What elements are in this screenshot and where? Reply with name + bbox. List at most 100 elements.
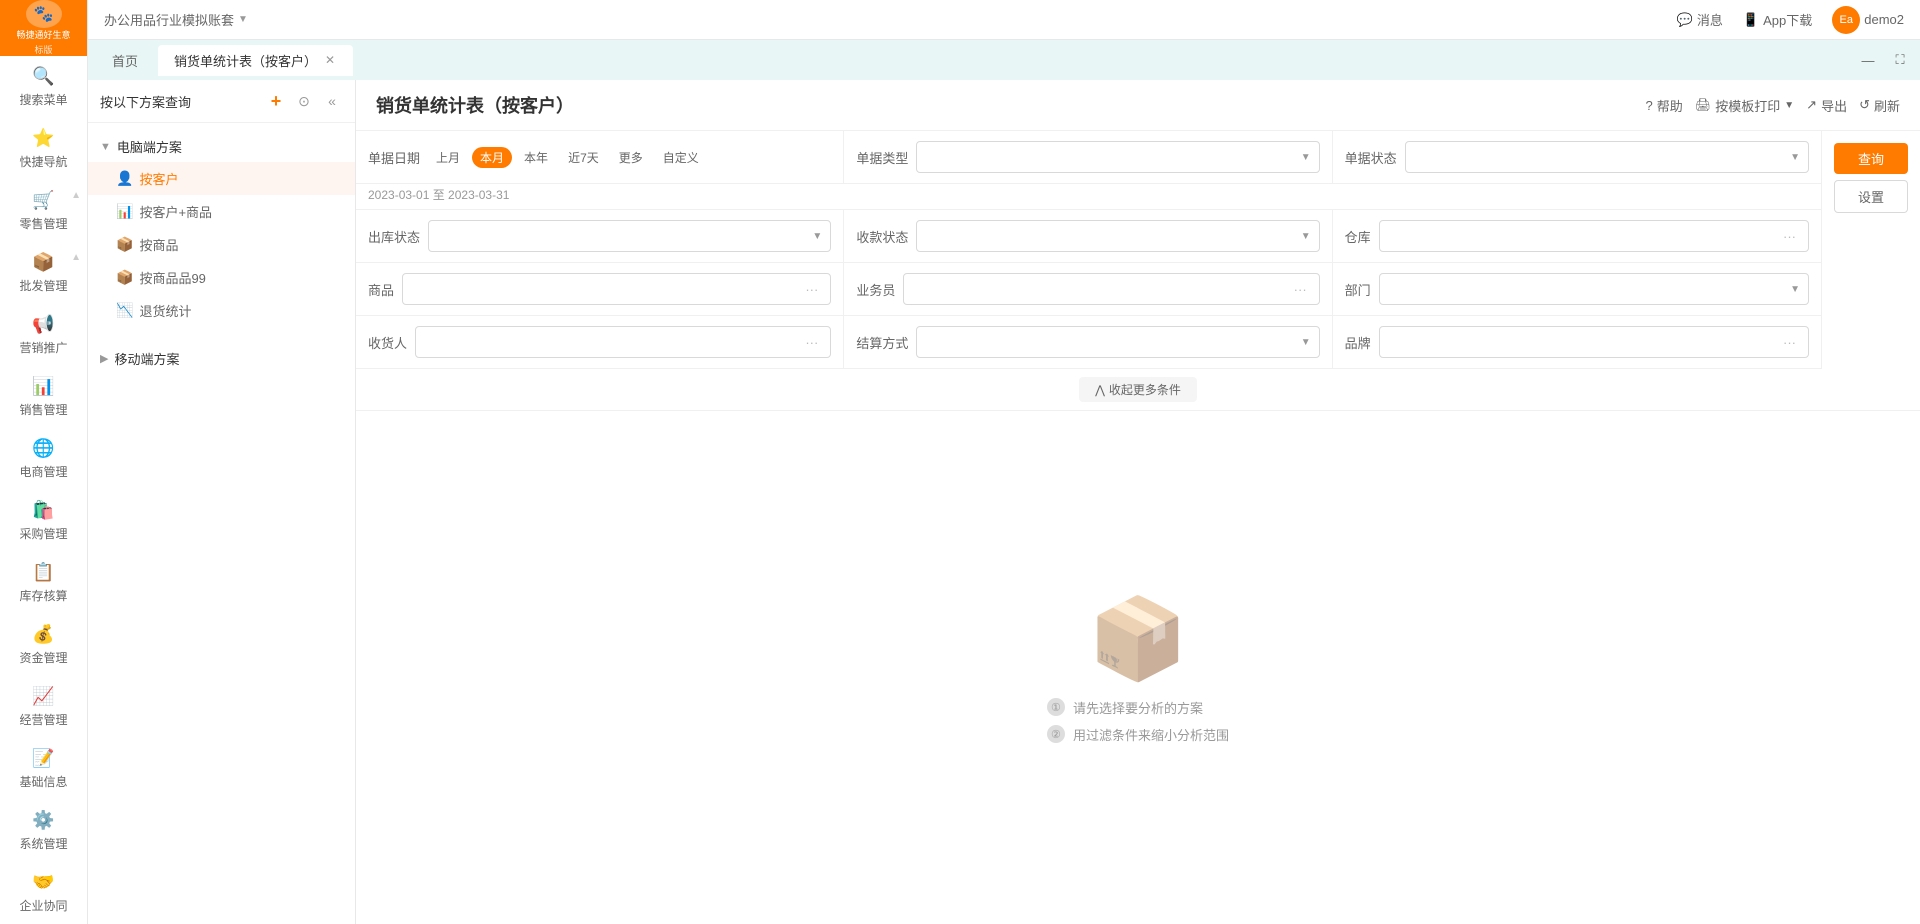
date-shortcut-this-year[interactable]: 本年 [516,147,556,168]
sidebar-item-enterprise[interactable]: 🤝 企业协同 [0,862,87,924]
tab-sales-stats[interactable]: 销货单统计表（按客户） ✕ [158,45,353,76]
settings-scheme-btn[interactable]: ⊙ [293,90,315,112]
date-label: 单据日期 [368,148,420,167]
out-status-select[interactable]: ▼ [428,220,831,252]
window-maximize-btn[interactable]: ⛶ [1888,48,1912,72]
product-select[interactable]: ··· [402,273,831,305]
sidebar-item-search[interactable]: 🔍 搜索菜单 [0,56,87,118]
department-select[interactable]: ▼ [1379,273,1809,305]
receive-status-select[interactable]: ▼ [916,220,1319,252]
sidebar-item-operation[interactable]: 📈 经营管理 [0,676,87,738]
doc-type-arrow-icon: ▼ [1301,152,1311,163]
filter-action-buttons: 查询 设置 [1821,131,1920,369]
template-print-btn[interactable]: 🖨 按模板打印 ▼ [1695,96,1794,115]
doc-status-select[interactable]: ▼ [1405,141,1809,173]
sidebar-item-basic[interactable]: 📝 基础信息 [0,738,87,800]
doc-status-arrow-icon: ▼ [1790,152,1800,163]
sidebar-item-retail[interactable]: 🛒 零售管理 ▲ [0,180,87,242]
scheme-by-customer[interactable]: 👤 按客户 [88,162,355,195]
settlement-label: 结算方式 [856,333,908,352]
by-customer-icon: 👤 [116,170,133,187]
message-icon: 💬 [1677,12,1693,28]
export-btn[interactable]: ↗ 导出 [1806,96,1847,115]
sidebar-item-system[interactable]: ⚙️ 系统管理 [0,800,87,862]
sidebar-item-sales[interactable]: 📊 销售管理 [0,366,87,428]
sidebar-item-ecommerce[interactable]: 🌐 电商管理 [0,428,87,490]
warehouse-dots-icon: ··· [1779,229,1800,244]
receiver-label: 收货人 [368,333,407,352]
tab-close-icon[interactable]: ✕ [323,53,337,67]
date-shortcut-this-month[interactable]: 本月 [472,147,512,168]
search-icon: 🔍 [32,66,54,87]
sidebar-item-label: 快捷导航 [19,153,67,170]
sidebar-item-marketing[interactable]: 📢 营销推广 [0,304,87,366]
salesperson-select[interactable]: ··· [903,273,1319,305]
doc-type-select[interactable]: ▼ [916,141,1319,173]
enterprise-icon: 🤝 [32,872,54,893]
breadcrumb-dropdown[interactable]: 办公用品行业模拟账套 ▼ [104,10,248,29]
sidebar-item-purchase[interactable]: 🛍️ 采购管理 [0,490,87,552]
filter-row-3: 商品 ··· 业务员 ··· [356,263,1821,316]
tab-home[interactable]: 首页 [96,45,154,76]
refresh-btn[interactable]: ↺ 刷新 [1859,96,1900,115]
scheme-by-customer-label: 按客户 [139,169,178,188]
empty-hints: ① 请先选择要分析的方案 ② 用过滤条件来缩小分析范围 [1047,698,1229,744]
mobile-section-header[interactable]: ▶ 移动端方案 [88,343,355,374]
marketing-icon: 📢 [32,314,54,335]
add-scheme-btn[interactable]: + [265,90,287,112]
left-panel-title: 按以下方案查询 [100,92,191,111]
filter-area-with-buttons: 单据日期 上月 本月 本年 近7天 更多 自定义 [356,131,1920,369]
warehouse-cell: 仓库 ··· [1333,210,1821,262]
settlement-select[interactable]: ▼ [916,326,1319,358]
warehouse-label: 仓库 [1345,227,1371,246]
desktop-section-header[interactable]: ▼ 电脑端方案 [88,131,355,162]
tab-home-label: 首页 [112,51,138,70]
scheme-by-customer-product[interactable]: 📊 按客户+商品 [88,195,355,228]
quick-nav-icon: ⭐ [32,128,54,149]
product-cell: 商品 ··· [356,263,844,315]
receive-status-label: 收款状态 [856,227,908,246]
operation-icon: 📈 [32,686,54,707]
out-status-label: 出库状态 [368,227,420,246]
collapse-label: 收起更多条件 [1109,381,1181,398]
doc-type-filter-cell: 单据类型 ▼ [844,131,1332,183]
scheme-return-stats[interactable]: 📉 退货统计 [88,294,355,327]
salesperson-dots-icon: ··· [1290,282,1311,297]
header-right: 💬 消息 📱 App下载 Ea demo2 [1677,6,1904,34]
page-header-actions: ? 帮助 🖨 按模板打印 ▼ ↗ 导出 ↺ 刷新 [1645,96,1900,115]
sidebar-item-inventory[interactable]: 📋 库存核算 [0,552,87,614]
scheme-by-product99[interactable]: 📦 按商品品99 [88,261,355,294]
scheme-by-product[interactable]: 📦 按商品 [88,228,355,261]
window-minimize-btn[interactable]: — [1856,48,1880,72]
sidebar-item-quick-nav[interactable]: ⭐ 快捷导航 [0,118,87,180]
sidebar-item-finance[interactable]: 💰 资金管理 [0,614,87,676]
user-profile[interactable]: Ea demo2 [1832,6,1904,34]
date-shortcut-custom[interactable]: 自定义 [655,147,707,168]
receiver-select[interactable]: ··· [415,326,831,358]
app-download-btn[interactable]: 📱 App下载 [1743,10,1812,29]
help-icon: ? [1645,98,1652,113]
collapse-bar: ⋀ 收起更多条件 [356,369,1920,411]
salesperson-cell: 业务员 ··· [844,263,1332,315]
sidebar-item-label: 库存核算 [19,587,67,604]
date-shortcut-last7[interactable]: 近7天 [560,147,607,168]
date-shortcut-last-month[interactable]: 上月 [428,147,468,168]
desktop-section-label: 电脑端方案 [117,137,182,156]
by-product-icon: 📦 [116,236,133,253]
query-button[interactable]: 查询 [1834,143,1908,174]
help-btn[interactable]: ? 帮助 [1645,96,1682,115]
collapse-conditions-btn[interactable]: ⋀ 收起更多条件 [1079,377,1197,402]
scheme-return-stats-label: 退货统计 [139,301,191,320]
date-shortcut-more[interactable]: 更多 [611,147,651,168]
settings-button[interactable]: 设置 [1834,180,1908,213]
collapse-panel-btn[interactable]: « [321,90,343,112]
system-icon: ⚙️ [32,810,54,831]
brand-select[interactable]: ··· [1379,326,1809,358]
sidebar-item-wholesale[interactable]: 📦 批发管理 ▲ [0,242,87,304]
warehouse-select[interactable]: ··· [1379,220,1809,252]
date-range-row: 2023-03-01 至 2023-03-31 [356,184,1821,210]
message-btn[interactable]: 💬 消息 [1677,10,1723,29]
sidebar-item-label: 企业协同 [19,897,67,914]
tab-bar: 首页 销货单统计表（按客户） ✕ — ⛶ [88,40,1920,80]
by-customer-product-icon: 📊 [116,203,133,220]
